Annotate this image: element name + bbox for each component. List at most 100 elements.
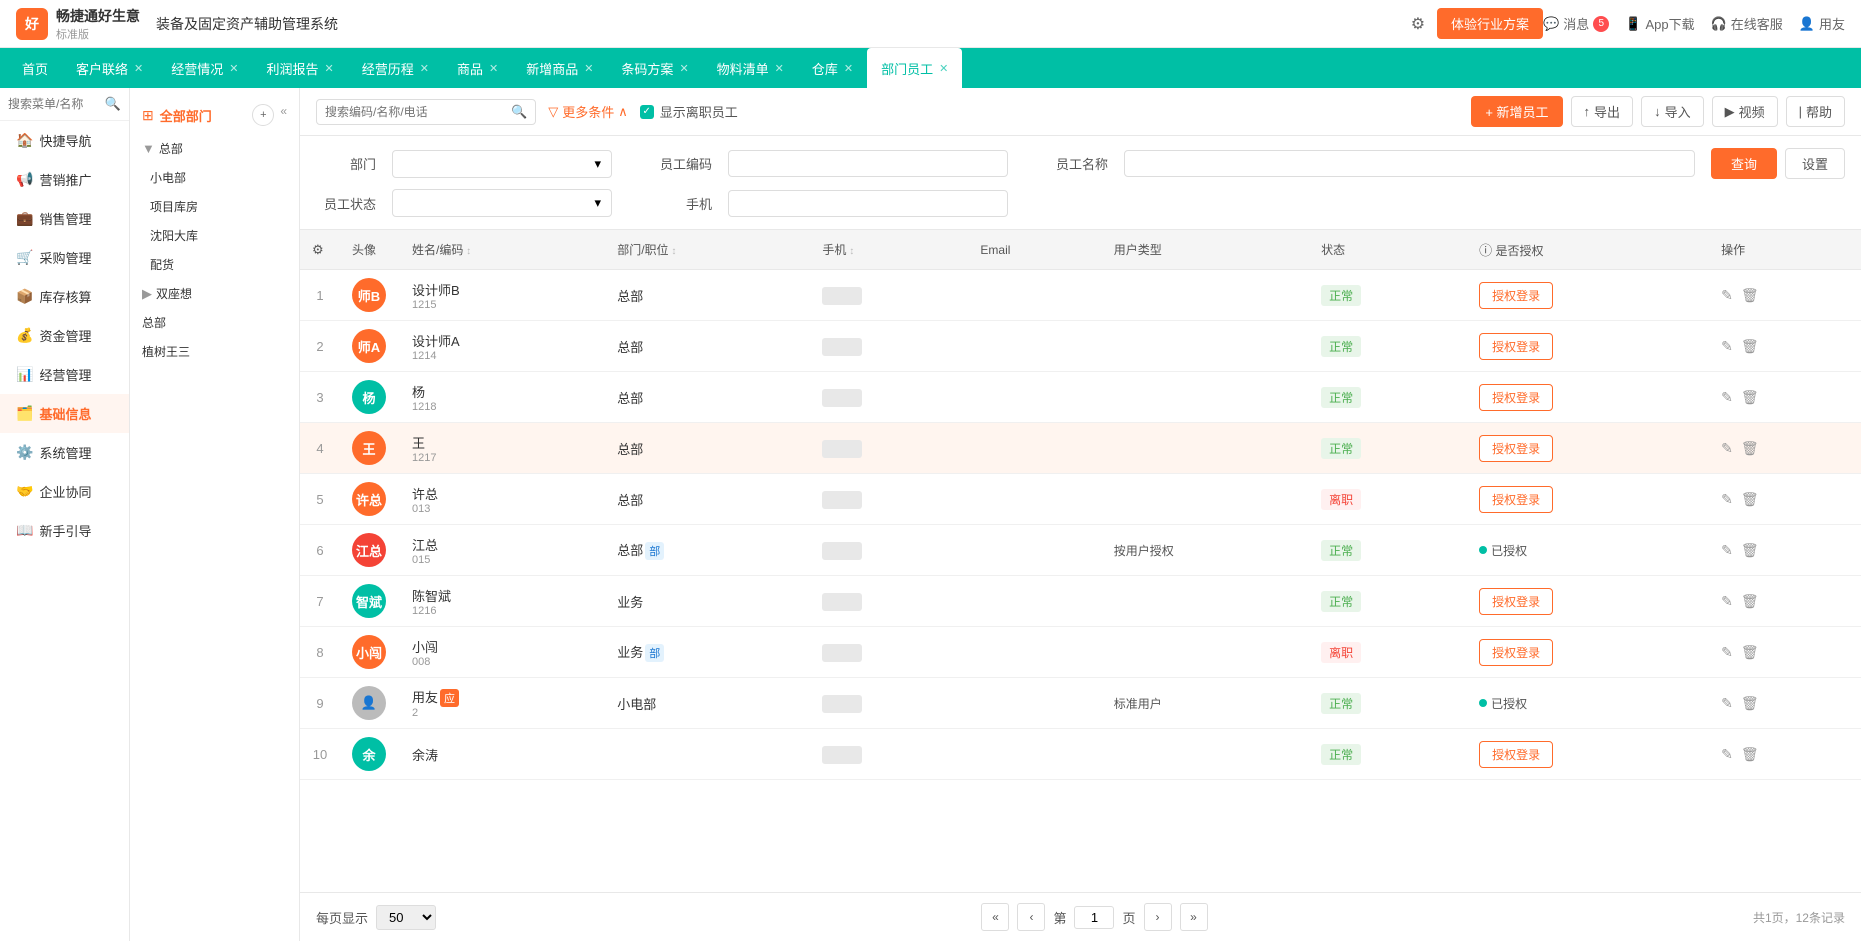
phone-input[interactable]	[728, 190, 1008, 217]
auth-button[interactable]: 授权登录	[1479, 639, 1553, 666]
nav-item-product[interactable]: 商品✕	[443, 48, 512, 88]
edit-icon[interactable]: ✎	[1721, 593, 1733, 610]
th-settings[interactable]: ⚙	[300, 230, 340, 270]
next-page-btn[interactable]: ›	[1144, 903, 1172, 931]
auth-button[interactable]: 授权登录	[1479, 435, 1553, 462]
emp-name-input[interactable]	[1124, 150, 1695, 177]
nav-item-barcode[interactable]: 条码方案✕	[607, 48, 702, 88]
th-dept-position[interactable]: 部门/职位	[605, 230, 810, 270]
nav-item-dept-employee[interactable]: 部门员工✕	[867, 48, 962, 88]
dept-collapse-btn[interactable]: «	[280, 104, 287, 126]
first-page-btn[interactable]: «	[981, 903, 1009, 931]
nav-item-customer[interactable]: 客户联络✕	[62, 48, 157, 88]
auth-button[interactable]: 授权登录	[1479, 384, 1553, 411]
sidebar-search-input[interactable]	[8, 97, 99, 111]
th-mobile[interactable]: 手机	[810, 230, 968, 270]
app-download-button[interactable]: 📱 App下载	[1625, 14, 1694, 33]
edit-icon[interactable]: ✎	[1721, 389, 1733, 406]
delete-icon[interactable]: 🗑	[1741, 695, 1759, 712]
close-icon[interactable]: ✕	[775, 62, 784, 75]
trial-button[interactable]: 体验行业方案	[1437, 8, 1543, 39]
nav-item-bom[interactable]: 物料清单✕	[703, 48, 798, 88]
user-button[interactable]: 👤 用友	[1799, 14, 1845, 33]
dept-node-shuangzuoxiang[interactable]: ▶ 双座想	[130, 279, 299, 308]
dept-select[interactable]: ▾	[392, 150, 612, 178]
close-icon[interactable]: ✕	[939, 62, 948, 75]
dept-node-zongbu-parent[interactable]: ▼ 总部	[130, 134, 299, 163]
cell-auth[interactable]: 授权登录	[1467, 627, 1709, 678]
edit-icon[interactable]: ✎	[1721, 746, 1733, 763]
sidebar-item-operations[interactable]: 📊经营管理	[0, 355, 129, 394]
auth-button[interactable]: 授权登录	[1479, 333, 1553, 360]
cell-auth[interactable]: 授权登录	[1467, 729, 1709, 780]
dept-node-peihuo[interactable]: 配货	[130, 250, 299, 279]
edit-icon[interactable]: ✎	[1721, 440, 1733, 457]
edit-icon[interactable]: ✎	[1721, 542, 1733, 559]
sidebar-item-collab[interactable]: 🤝企业协同	[0, 472, 129, 511]
gear-icon[interactable]: ⚙	[1411, 14, 1425, 34]
import-button[interactable]: ↓ 导入	[1641, 96, 1704, 127]
cell-auth[interactable]: 授权登录	[1467, 270, 1709, 321]
dept-node-zhishuwangsan[interactable]: 植树王三	[130, 337, 299, 366]
prev-page-btn[interactable]: ‹	[1017, 903, 1045, 931]
nav-item-operation[interactable]: 经营情况✕	[157, 48, 252, 88]
query-button[interactable]: 查询	[1711, 148, 1777, 179]
dept-node-shenyang[interactable]: 沈阳大库	[130, 221, 299, 250]
delete-icon[interactable]: 🗑	[1741, 287, 1759, 304]
delete-icon[interactable]: 🗑	[1741, 389, 1759, 406]
close-icon[interactable]: ✕	[134, 62, 143, 75]
video-button[interactable]: ▶ 视频	[1712, 96, 1778, 127]
auth-button[interactable]: 授权登录	[1479, 486, 1553, 513]
dept-node-zongbu[interactable]: 总部	[130, 308, 299, 337]
cell-auth[interactable]: 授权登录	[1467, 576, 1709, 627]
edit-icon[interactable]: ✎	[1721, 695, 1733, 712]
search-input[interactable]	[325, 105, 505, 119]
sidebar-item-finance[interactable]: 💰资金管理	[0, 316, 129, 355]
help-button[interactable]: | 帮助	[1786, 96, 1845, 127]
delete-icon[interactable]: 🗑	[1741, 644, 1759, 661]
delete-icon[interactable]: 🗑	[1741, 491, 1759, 508]
cell-auth[interactable]: 授权登录	[1467, 372, 1709, 423]
more-conditions-button[interactable]: ▽ 更多条件 ∧	[548, 102, 628, 121]
sidebar-item-shortcuts[interactable]: 🏠快捷导航	[0, 121, 129, 160]
close-icon[interactable]: ✕	[844, 62, 853, 75]
cell-auth[interactable]: 授权登录	[1467, 423, 1709, 474]
last-page-btn[interactable]: »	[1180, 903, 1208, 931]
status-select[interactable]: ▾	[392, 189, 612, 217]
nav-item-home[interactable]: 首页	[8, 48, 62, 88]
show-resigned-checkbox[interactable]: ✓	[640, 105, 654, 119]
per-page-select[interactable]: 50 100	[376, 905, 436, 930]
sidebar-item-system[interactable]: ⚙️系统管理	[0, 433, 129, 472]
nav-item-new-product[interactable]: 新增商品✕	[512, 48, 607, 88]
set-button[interactable]: 设置	[1785, 148, 1845, 179]
auth-button[interactable]: 授权登录	[1479, 741, 1553, 768]
message-button[interactable]: 💬 消息 5	[1543, 14, 1609, 33]
nav-item-history[interactable]: 经营历程✕	[348, 48, 443, 88]
dept-node-xiaodianbu[interactable]: 小电部	[130, 163, 299, 192]
sidebar-item-purchase[interactable]: 🛒采购管理	[0, 238, 129, 277]
cell-auth[interactable]: 已授权	[1467, 678, 1709, 729]
delete-icon[interactable]: 🗑	[1741, 338, 1759, 355]
sidebar-item-marketing[interactable]: 📢营销推广	[0, 160, 129, 199]
close-icon[interactable]: ✕	[325, 62, 334, 75]
auth-button[interactable]: 授权登录	[1479, 588, 1553, 615]
edit-icon[interactable]: ✎	[1721, 287, 1733, 304]
delete-icon[interactable]: 🗑	[1741, 746, 1759, 763]
edit-icon[interactable]: ✎	[1721, 644, 1733, 661]
th-name-code[interactable]: 姓名/编码	[400, 230, 605, 270]
cell-auth[interactable]: 授权登录	[1467, 321, 1709, 372]
edit-icon[interactable]: ✎	[1721, 491, 1733, 508]
add-employee-button[interactable]: + 新增员工	[1471, 96, 1562, 127]
close-icon[interactable]: ✕	[489, 62, 498, 75]
dept-add-icon[interactable]: +	[252, 104, 274, 126]
cell-auth[interactable]: 授权登录	[1467, 474, 1709, 525]
sidebar-item-basic-info[interactable]: 🗂️基础信息	[0, 394, 129, 433]
close-icon[interactable]: ✕	[229, 62, 238, 75]
sidebar-item-guide[interactable]: 📖新手引导	[0, 511, 129, 550]
edit-icon[interactable]: ✎	[1721, 338, 1733, 355]
nav-item-warehouse[interactable]: 仓库✕	[798, 48, 867, 88]
close-icon[interactable]: ✕	[584, 62, 593, 75]
cell-auth[interactable]: 已授权	[1467, 525, 1709, 576]
online-service-button[interactable]: 🎧 在线客服	[1711, 14, 1783, 33]
nav-item-profit[interactable]: 利润报告✕	[252, 48, 347, 88]
